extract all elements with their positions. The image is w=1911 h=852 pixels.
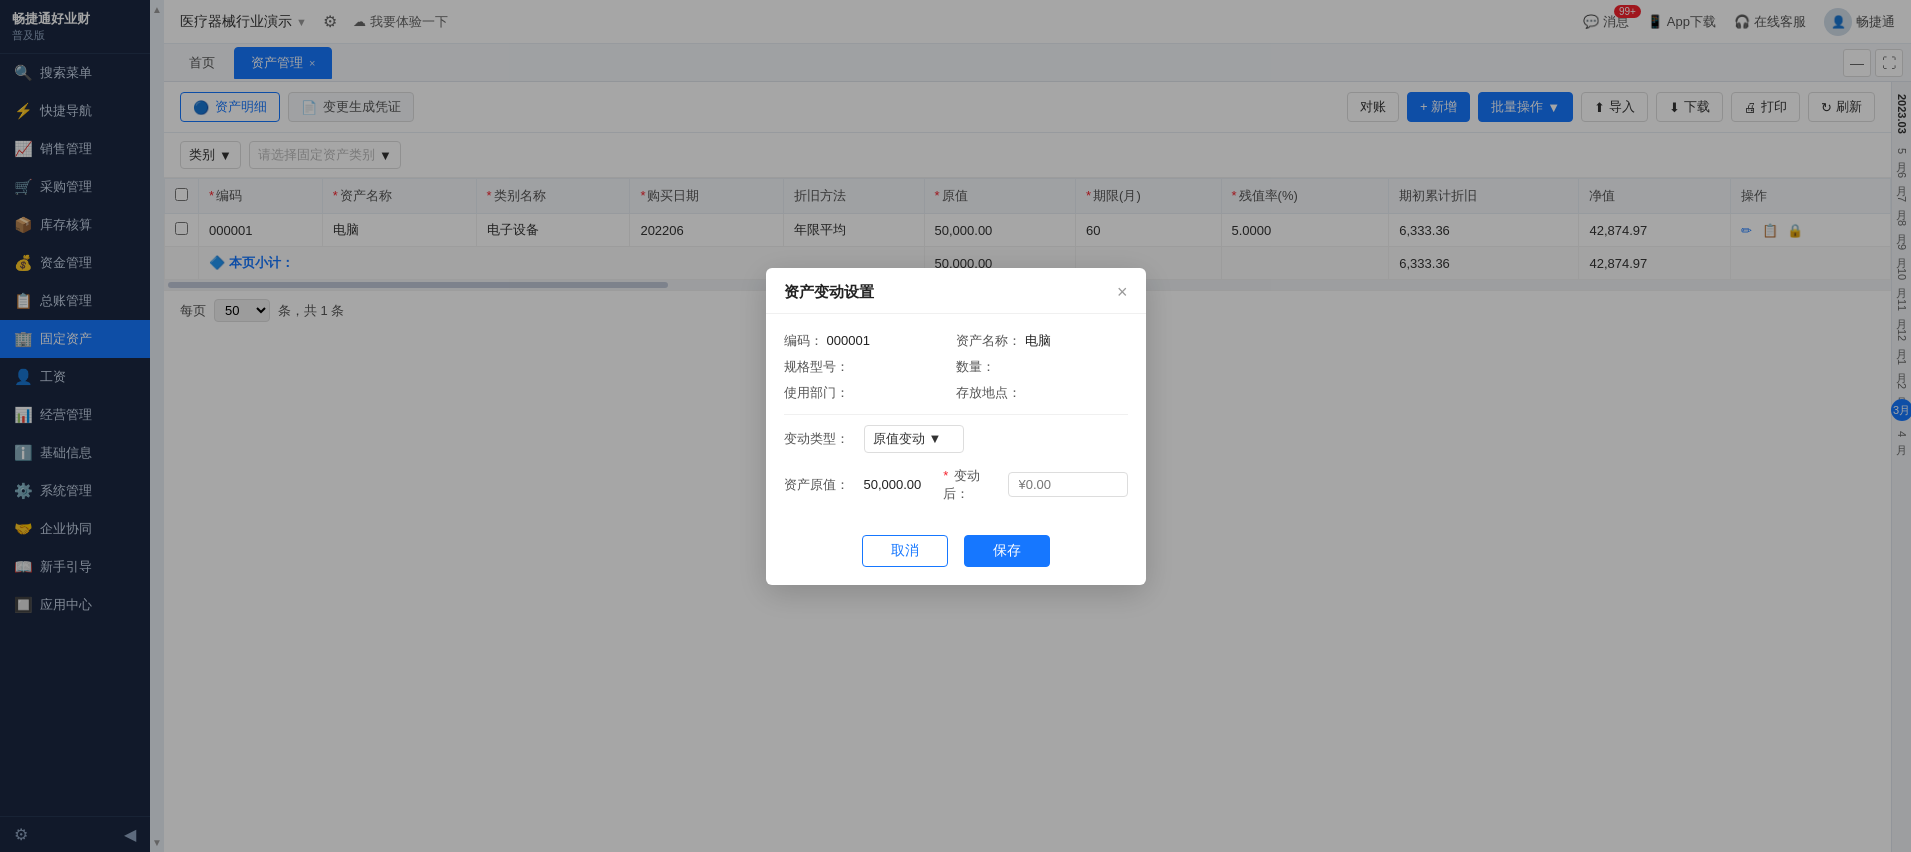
modal-change-type-field: 变动类型： 原值变动 ▼	[784, 425, 1128, 453]
modal-asset-original-value: 50,000.00	[864, 477, 922, 492]
modal-dept-field: 使用部门：	[784, 384, 956, 402]
modal-code-value: 000001	[827, 333, 870, 348]
modal-asset-name-field: 资产名称： 电脑	[956, 332, 1128, 350]
modal-asset-original-field: 资产原值： 50,000.00 * 变动后：	[784, 467, 1128, 503]
modal-change-type-label: 变动类型：	[784, 430, 854, 448]
modal-cancel-btn[interactable]: 取消	[862, 535, 948, 567]
modal-location-field: 存放地点：	[956, 384, 1128, 402]
modal-title: 资产变动设置	[784, 283, 874, 302]
modal-divider	[784, 414, 1128, 415]
modal-close-btn[interactable]: ×	[1117, 282, 1128, 303]
modal-change-type-arrow: ▼	[929, 431, 942, 446]
modal-spec-label: 规格型号：	[784, 358, 849, 376]
modal-info-grid: 编码： 000001 资产名称： 电脑 规格型号： 数量： 使用部门：	[784, 332, 1128, 402]
modal-quantity-field: 数量：	[956, 358, 1128, 376]
modal-footer: 取消 保存	[766, 525, 1146, 585]
modal-dept-label: 使用部门：	[784, 384, 849, 402]
modal-body: 编码： 000001 资产名称： 电脑 规格型号： 数量： 使用部门：	[766, 314, 1146, 525]
modal-save-btn[interactable]: 保存	[964, 535, 1050, 567]
modal-overlay: 资产变动设置 × 编码： 000001 资产名称： 电脑 规格型号： 数量：	[0, 0, 1911, 852]
modal-change-type-select[interactable]: 原值变动 ▼	[864, 425, 964, 453]
modal-asset-name-value: 电脑	[1025, 332, 1051, 350]
modal-spec-field: 规格型号：	[784, 358, 956, 376]
modal-after-change-label: * 变动后：	[943, 467, 997, 503]
modal-code-field: 编码： 000001	[784, 332, 956, 350]
modal-change-type-value: 原值变动	[873, 430, 925, 448]
modal-after-change-input[interactable]	[1008, 472, 1128, 497]
modal-quantity-label: 数量：	[956, 358, 995, 376]
modal-asset-original-label: 资产原值：	[784, 476, 854, 494]
modal-header: 资产变动设置 ×	[766, 268, 1146, 314]
modal-asset-name-label: 资产名称：	[956, 332, 1021, 350]
modal-location-label: 存放地点：	[956, 384, 1021, 402]
asset-change-modal: 资产变动设置 × 编码： 000001 资产名称： 电脑 规格型号： 数量：	[766, 268, 1146, 585]
modal-code-label: 编码：	[784, 332, 823, 350]
